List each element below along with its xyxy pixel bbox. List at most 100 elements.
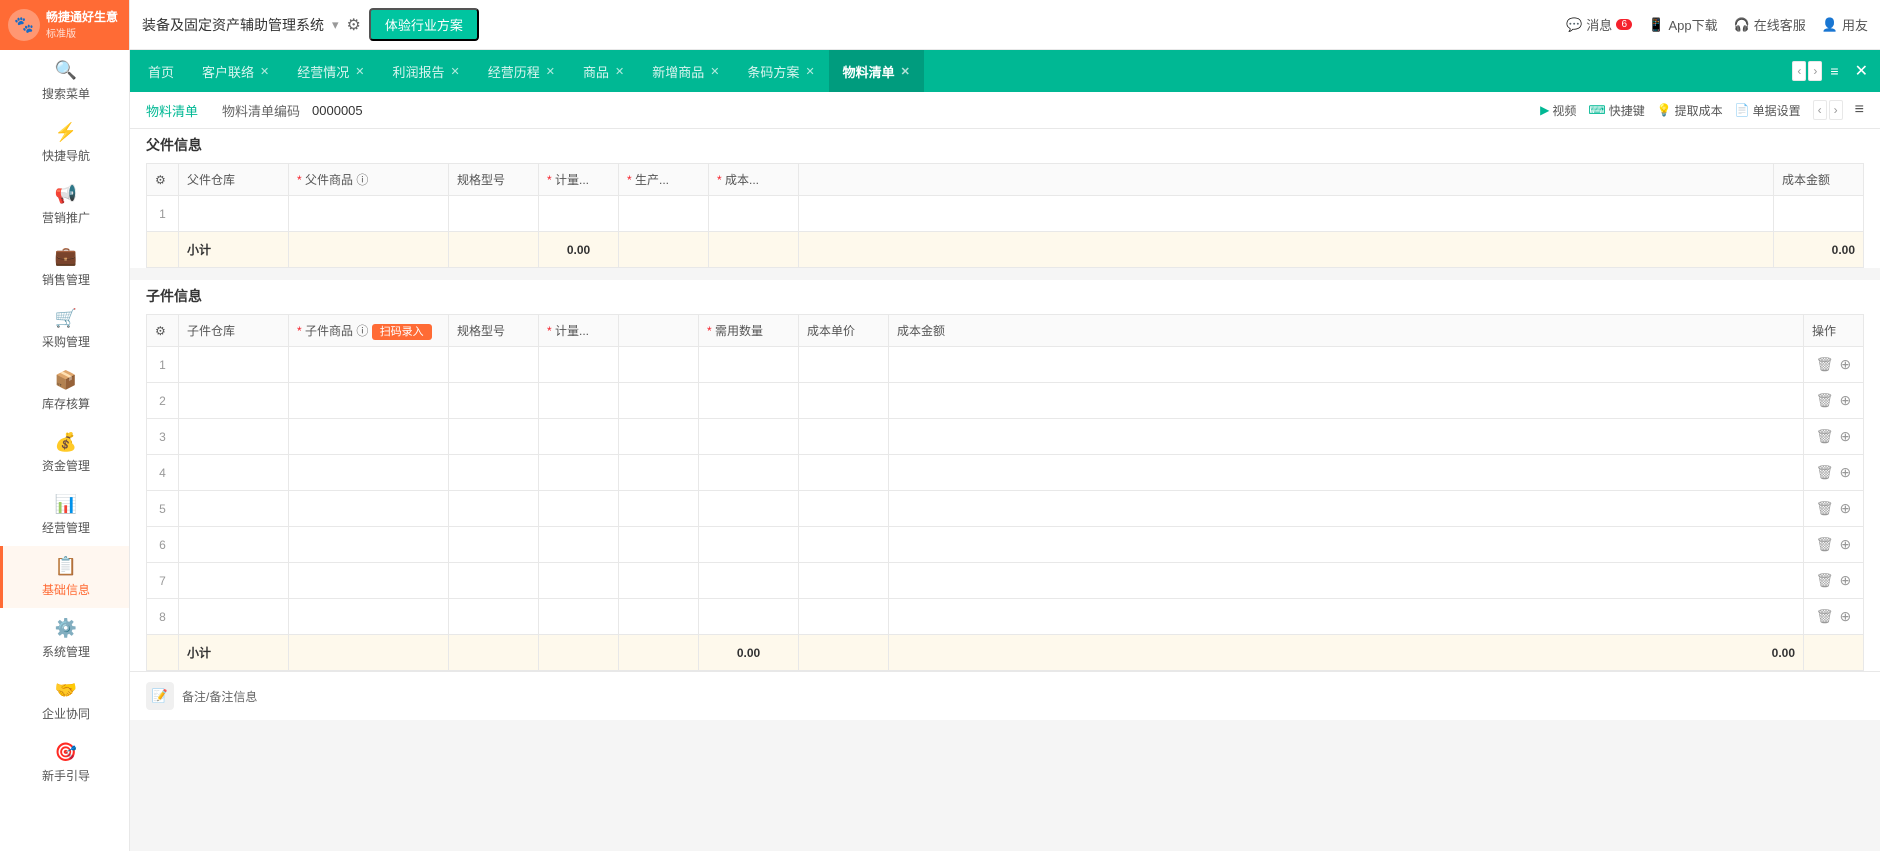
nav-tab-close-4[interactable]: ✕ xyxy=(546,65,555,78)
sidebar-item-4[interactable]: 🛒采购管理 xyxy=(0,298,129,360)
child-spec-6[interactable] xyxy=(449,527,539,563)
child-unit-cost-4[interactable] xyxy=(799,455,889,491)
child-unit-cost-6[interactable] xyxy=(799,527,889,563)
delete-icon-8[interactable]: 🗑 xyxy=(1816,608,1834,625)
nav-right-arrow[interactable]: › xyxy=(1808,61,1822,81)
parent-spec-cell[interactable] xyxy=(449,196,539,232)
child-product-3[interactable] xyxy=(289,419,449,455)
nav-close-all[interactable]: ≡ xyxy=(1822,63,1846,79)
page-prev-arrow[interactable]: ‹ xyxy=(1813,100,1827,120)
child-qty-4[interactable] xyxy=(699,455,799,491)
child-unit-5[interactable] xyxy=(539,491,619,527)
nav-tab-7[interactable]: 条码方案✕ xyxy=(733,50,828,92)
sidebar-item-9[interactable]: ⚙️系统管理 xyxy=(0,608,129,670)
child-qty-8[interactable] xyxy=(699,599,799,635)
nav-tab-6[interactable]: 新增商品✕ xyxy=(638,50,733,92)
delete-icon-4[interactable]: 🗑 xyxy=(1816,464,1834,481)
child-unit-6[interactable] xyxy=(539,527,619,563)
nav-tab-8[interactable]: 物料清单✕ xyxy=(829,50,924,92)
child-spec-1[interactable] xyxy=(449,347,539,383)
child-unit-3[interactable] xyxy=(539,419,619,455)
child-unit-cost-2[interactable] xyxy=(799,383,889,419)
child-product-7[interactable] xyxy=(289,563,449,599)
child-warehouse-1[interactable] xyxy=(179,347,289,383)
child-warehouse-8[interactable] xyxy=(179,599,289,635)
nav-tab-1[interactable]: 客户联络✕ xyxy=(188,50,283,92)
copy-icon-1[interactable]: ⊕ xyxy=(1840,356,1852,373)
child-unit-7[interactable] xyxy=(539,563,619,599)
child-unit-cost-3[interactable] xyxy=(799,419,889,455)
child-product-5[interactable] xyxy=(289,491,449,527)
nav-tab-close-2[interactable]: ✕ xyxy=(355,65,364,78)
user-item[interactable]: 👤 用友 xyxy=(1822,15,1868,34)
child-qty-5[interactable] xyxy=(699,491,799,527)
nav-tab-close-8[interactable]: ✕ xyxy=(901,65,910,78)
nav-tab-close-1[interactable]: ✕ xyxy=(260,65,269,78)
delete-icon-7[interactable]: 🗑 xyxy=(1816,572,1834,589)
single-setting-action[interactable]: 📄 单据设置 xyxy=(1735,102,1801,119)
sidebar-item-10[interactable]: 🤝企业协同 xyxy=(0,670,129,732)
child-qty-1[interactable] xyxy=(699,347,799,383)
sidebar-item-7[interactable]: 📊经营管理 xyxy=(0,484,129,546)
delete-icon-6[interactable]: 🗑 xyxy=(1816,536,1834,553)
child-unit-4[interactable] xyxy=(539,455,619,491)
nav-tab-2[interactable]: 经营情况✕ xyxy=(283,50,378,92)
parent-cost-cell[interactable] xyxy=(709,196,799,232)
nav-left-arrow[interactable]: ‹ xyxy=(1792,61,1806,81)
nav-tab-5[interactable]: 商品✕ xyxy=(569,50,638,92)
sidebar-item-5[interactable]: 📦库存核算 xyxy=(0,360,129,422)
copy-icon-4[interactable]: ⊕ xyxy=(1840,464,1852,481)
child-unit-cost-5[interactable] xyxy=(799,491,889,527)
online-service-item[interactable]: 🎧 在线客服 xyxy=(1734,15,1806,34)
child-qty-2[interactable] xyxy=(699,383,799,419)
delete-icon-2[interactable]: 🗑 xyxy=(1816,392,1834,409)
child-warehouse-4[interactable] xyxy=(179,455,289,491)
child-unit-2[interactable] xyxy=(539,383,619,419)
sidebar-item-8[interactable]: 📋基础信息 xyxy=(0,546,129,608)
delete-icon-3[interactable]: 🗑 xyxy=(1816,428,1834,445)
child-warehouse-7[interactable] xyxy=(179,563,289,599)
parent-unit-cell[interactable] xyxy=(539,196,619,232)
sidebar-item-11[interactable]: 🎯新手引导 xyxy=(0,732,129,794)
parent-product-cell[interactable] xyxy=(289,196,449,232)
child-spec-7[interactable] xyxy=(449,563,539,599)
child-product-6[interactable] xyxy=(289,527,449,563)
copy-icon-5[interactable]: ⊕ xyxy=(1840,500,1852,517)
breadcrumb-home[interactable]: 物料清单 xyxy=(146,101,198,120)
copy-icon-3[interactable]: ⊕ xyxy=(1840,428,1852,445)
shortcut-action[interactable]: ⌨ 快捷键 xyxy=(1588,102,1644,119)
view-action[interactable]: ▶ 视频 xyxy=(1540,102,1576,119)
parent-production-cell[interactable] xyxy=(619,196,709,232)
sidebar-item-1[interactable]: ⚡快捷导航 xyxy=(0,112,129,174)
copy-icon-8[interactable]: ⊕ xyxy=(1840,608,1852,625)
child-spec-2[interactable] xyxy=(449,383,539,419)
nav-tab-close-5[interactable]: ✕ xyxy=(615,65,624,78)
child-warehouse-6[interactable] xyxy=(179,527,289,563)
child-warehouse-2[interactable] xyxy=(179,383,289,419)
child-unit-cost-1[interactable] xyxy=(799,347,889,383)
child-product-2[interactable] xyxy=(289,383,449,419)
nav-tab-3[interactable]: 利润报告✕ xyxy=(378,50,473,92)
child-spec-5[interactable] xyxy=(449,491,539,527)
nav-tab-close-7[interactable]: ✕ xyxy=(805,65,814,78)
copy-icon-6[interactable]: ⊕ xyxy=(1840,536,1852,553)
nav-tab-4[interactable]: 经营历程✕ xyxy=(474,50,569,92)
delete-icon-5[interactable]: 🗑 xyxy=(1816,500,1834,517)
nav-tab-close-3[interactable]: ✕ xyxy=(451,65,460,78)
child-spec-8[interactable] xyxy=(449,599,539,635)
nav-tab-0[interactable]: 首页 xyxy=(134,50,188,92)
child-warehouse-3[interactable] xyxy=(179,419,289,455)
child-spec-4[interactable] xyxy=(449,455,539,491)
extract-cost-action[interactable]: 💡 提取成本 xyxy=(1657,102,1723,119)
child-qty-3[interactable] xyxy=(699,419,799,455)
child-unit-cost-7[interactable] xyxy=(799,563,889,599)
child-product-8[interactable] xyxy=(289,599,449,635)
child-qty-7[interactable] xyxy=(699,563,799,599)
delete-icon-1[interactable]: 🗑 xyxy=(1816,356,1834,373)
nav-close-icon[interactable]: ✕ xyxy=(1847,61,1876,81)
scan-button[interactable]: 扫码录入 xyxy=(372,324,432,340)
child-spec-3[interactable] xyxy=(449,419,539,455)
message-item[interactable]: 💬 消息 6 xyxy=(1566,15,1632,34)
sidebar-item-3[interactable]: 💼销售管理 xyxy=(0,236,129,298)
sidebar-item-2[interactable]: 📢营销推广 xyxy=(0,174,129,236)
